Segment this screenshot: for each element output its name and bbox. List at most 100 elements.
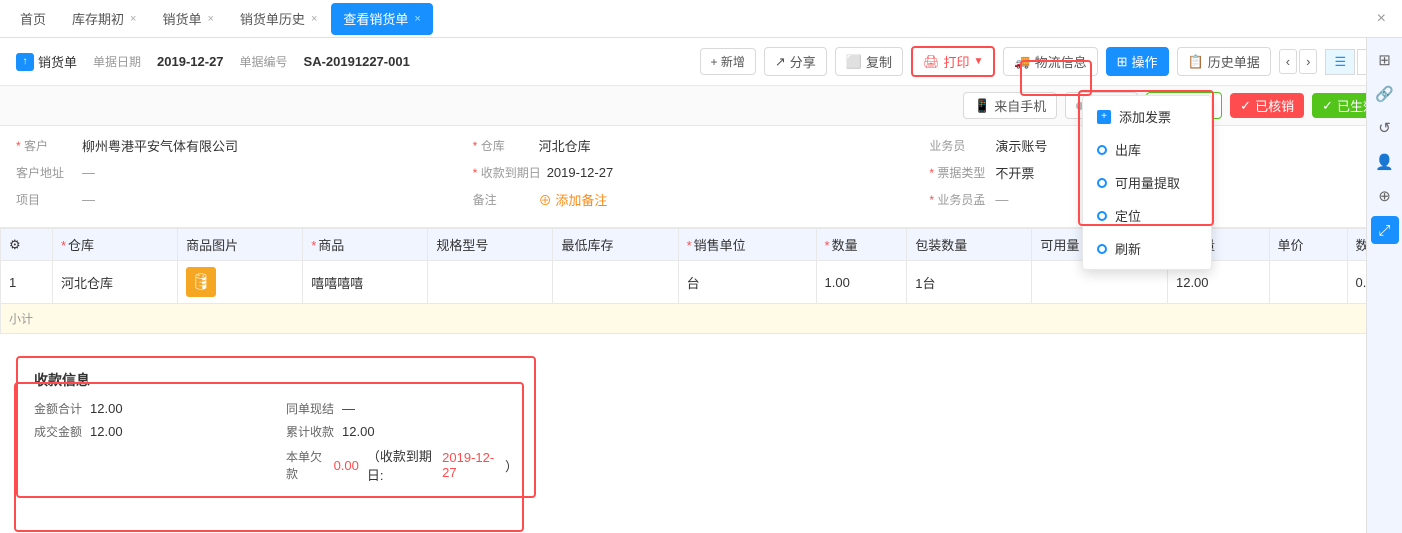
next-button[interactable]: › bbox=[1299, 49, 1317, 74]
ticket-type-value: 不开票 bbox=[995, 163, 1034, 182]
tab-home[interactable]: 首页 bbox=[8, 3, 58, 35]
col-spec: 规格型号 bbox=[428, 229, 553, 261]
add-note-label: 添加备注 bbox=[555, 193, 607, 208]
sidebar-icon-2[interactable]: 🔗 bbox=[1371, 80, 1399, 108]
print-button[interactable]: 🖨 打印 ▼ bbox=[911, 46, 995, 77]
tab-home-label: 首页 bbox=[20, 9, 46, 28]
logistics-label: 物流信息 bbox=[1035, 52, 1087, 71]
cell-warehouse: 河北仓库 bbox=[52, 261, 177, 304]
doc-meta: 单据日期 2019-12-27 单据编号 SA-20191227-001 bbox=[93, 53, 684, 70]
operations-dropdown: + 添加发票 出库 可用量提取 定位 刷新 bbox=[1082, 95, 1212, 270]
copy-button[interactable]: ⬜ 复制 bbox=[835, 47, 903, 76]
from-phone-button[interactable]: 📱 来自手机 bbox=[963, 92, 1057, 119]
operations-icon: ⊞ bbox=[1117, 54, 1128, 70]
transaction-value: 12.00 bbox=[90, 424, 123, 439]
logistics-button[interactable]: 🚚 物流信息 bbox=[1003, 47, 1097, 76]
right-sidebar: ⊞ 🔗 ↺ 👤 ⊕ ⤢ bbox=[1366, 38, 1402, 533]
staff-value: 演示账号 bbox=[995, 136, 1047, 155]
add-note-button[interactable]: ⊕ 添加备注 bbox=[539, 190, 608, 209]
window-close-button[interactable]: × bbox=[1369, 10, 1394, 28]
tab-inventory-init-label: 库存期初 bbox=[72, 9, 124, 28]
tab-sales-order-close[interactable]: × bbox=[207, 13, 213, 25]
tab-inventory-init[interactable]: 库存期初 × bbox=[60, 3, 148, 35]
locate-item[interactable]: 定位 bbox=[1083, 199, 1211, 232]
customer-value: 柳州粤港平安气体有限公司 bbox=[82, 136, 238, 155]
warehouse-field: 仓库 河北仓库 bbox=[473, 136, 930, 155]
operations-label: 操作 bbox=[1132, 52, 1158, 71]
available-qty-item[interactable]: 可用量提取 bbox=[1083, 166, 1211, 199]
tab-sales-history[interactable]: 销货单历史 × bbox=[228, 3, 329, 35]
cumulative-label: 累计收款 bbox=[286, 423, 334, 440]
subtotal-row: 小计 bbox=[1, 304, 1402, 334]
sidebar-icon-6[interactable]: ⤢ bbox=[1371, 216, 1399, 244]
add-invoice-item[interactable]: + 添加发票 bbox=[1083, 100, 1211, 133]
check-icon: ✓ bbox=[1240, 98, 1251, 114]
same-order-value: — bbox=[342, 401, 355, 416]
prev-button[interactable]: ‹ bbox=[1279, 49, 1297, 74]
nav-arrows: ‹ › bbox=[1279, 49, 1318, 74]
sidebar-icon-5[interactable]: ⊕ bbox=[1371, 182, 1399, 210]
history-button[interactable]: 📋 历史单据 bbox=[1177, 47, 1271, 76]
print-dropdown-icon: ▼ bbox=[974, 56, 984, 67]
col-unit-price: 单价 bbox=[1269, 229, 1347, 261]
col-warehouse: *仓库 bbox=[52, 229, 177, 261]
share-button[interactable]: ↗ 分享 bbox=[764, 47, 827, 76]
address-field: 客户地址 — bbox=[16, 164, 473, 181]
total-value: 12.00 bbox=[90, 401, 123, 416]
date-value: 2019-12-27 bbox=[157, 54, 224, 69]
sidebar-icon-1[interactable]: ⊞ bbox=[1371, 46, 1399, 74]
col-img: 商品图片 bbox=[178, 229, 303, 261]
copy-label: 复制 bbox=[866, 52, 892, 71]
due-note: （收款到期日: bbox=[367, 446, 434, 484]
cumulative-item: 累计收款 12.00 bbox=[286, 423, 518, 440]
refresh-item[interactable]: 刷新 bbox=[1083, 232, 1211, 265]
tab-sales-history-close[interactable]: × bbox=[311, 13, 317, 25]
customer-label: 客户 bbox=[16, 137, 76, 154]
tab-view-sales-label: 查看销货单 bbox=[343, 9, 408, 28]
new-button[interactable]: + 新增 bbox=[700, 48, 756, 75]
sidebar-icon-4[interactable]: 👤 bbox=[1371, 148, 1399, 176]
outbound-dot bbox=[1097, 145, 1107, 155]
col-pack-qty: 包装数量 bbox=[907, 229, 1032, 261]
col-sales-unit: *销售单位 bbox=[678, 229, 816, 261]
no-label: 单据编号 bbox=[240, 53, 288, 70]
address-label: 客户地址 bbox=[16, 164, 76, 181]
date-label: 单据日期 bbox=[93, 53, 141, 70]
history-icon: 📋 bbox=[1188, 54, 1204, 70]
col-settings[interactable]: ⚙ bbox=[1, 229, 53, 261]
col-qty: *数量 bbox=[816, 229, 907, 261]
col-min-stock: 最低库存 bbox=[553, 229, 678, 261]
cell-img: 🛢 bbox=[178, 261, 303, 304]
available-qty-label: 可用量提取 bbox=[1115, 173, 1180, 192]
tab-view-sales[interactable]: 查看销货单 × bbox=[331, 3, 432, 35]
refresh-dot bbox=[1097, 244, 1107, 254]
sidebar-icon-3[interactable]: ↺ bbox=[1371, 114, 1399, 142]
cell-sales-unit: 台 bbox=[678, 261, 816, 304]
phone-icon: 📱 bbox=[974, 98, 990, 114]
col-product: *商品 bbox=[303, 229, 428, 261]
product-image: 🛢 bbox=[186, 267, 216, 297]
operations-button[interactable]: ⊞ 操作 bbox=[1106, 47, 1169, 76]
effect-icon: ✓ bbox=[1322, 98, 1333, 114]
tab-inventory-init-close[interactable]: × bbox=[130, 13, 136, 25]
project-label: 项目 bbox=[16, 191, 76, 208]
share-label: 分享 bbox=[790, 52, 816, 71]
copy-icon: ⬜ bbox=[846, 54, 862, 70]
project-value: — bbox=[82, 192, 95, 207]
list-view-button[interactable]: ☰ bbox=[1325, 49, 1355, 75]
same-order-item: 同单现结 — bbox=[286, 400, 518, 417]
doc-type: ↑ 销货单 bbox=[16, 52, 77, 71]
available-qty-dot bbox=[1097, 178, 1107, 188]
tab-sales-order[interactable]: 销货单 × bbox=[150, 3, 225, 35]
ticket-type-label: 票据类型 bbox=[929, 164, 989, 181]
tab-sales-order-label: 销货单 bbox=[162, 9, 201, 28]
due-date-value: 2019-12-27 bbox=[547, 165, 614, 180]
total-label: 金额合计 bbox=[34, 400, 82, 417]
transaction-label: 成交金额 bbox=[34, 423, 82, 440]
doc-type-icon: ↑ bbox=[16, 53, 34, 71]
due-date-in-payment: 2019-12-27 bbox=[442, 450, 497, 480]
outbound-item[interactable]: 出库 bbox=[1083, 133, 1211, 166]
locate-dot bbox=[1097, 211, 1107, 221]
sales-staff-label: 业务员孟 bbox=[929, 191, 989, 208]
tab-view-sales-close[interactable]: × bbox=[414, 13, 420, 25]
